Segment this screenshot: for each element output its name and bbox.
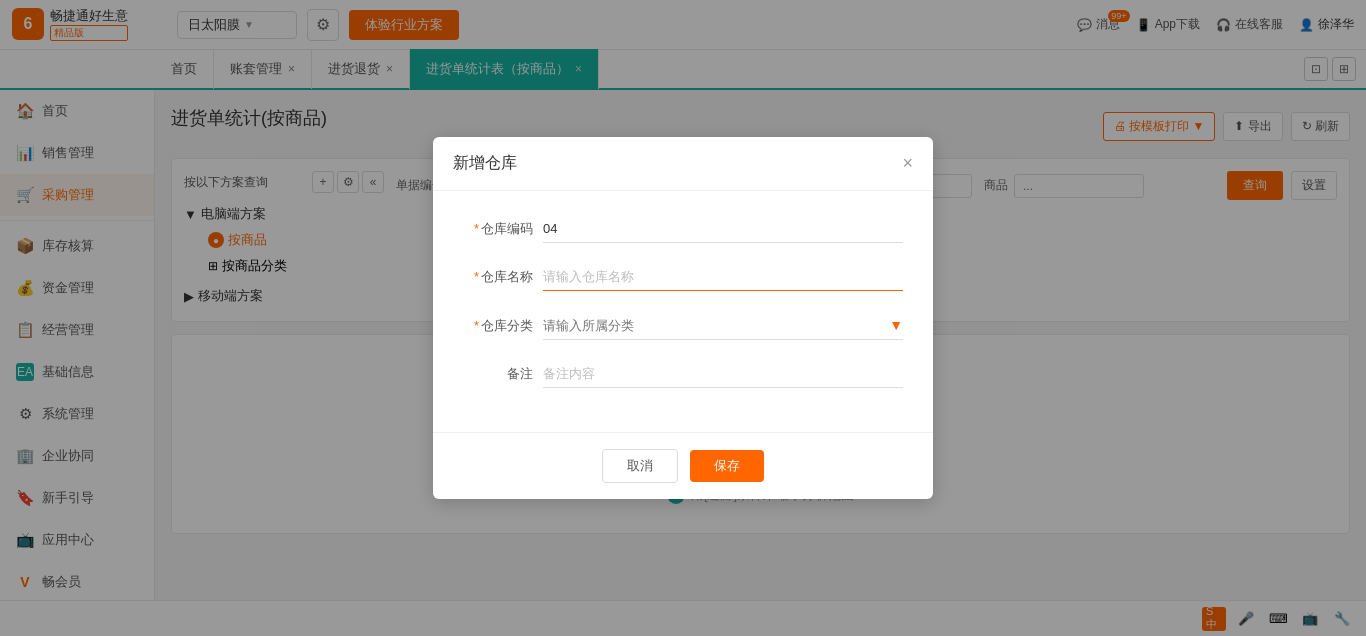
form-row-name: *仓库名称 xyxy=(463,263,903,291)
warehouse-name-label: *仓库名称 xyxy=(463,268,543,286)
warehouse-code-input[interactable] xyxy=(543,215,903,243)
category-dropdown-arrow-icon: ▼ xyxy=(889,317,903,333)
form-row-remark: 备注 xyxy=(463,360,903,388)
dialog-header: 新增仓库 × xyxy=(433,137,933,191)
warehouse-category-input[interactable] xyxy=(543,318,889,333)
remark-label: 备注 xyxy=(463,365,543,383)
remark-input[interactable] xyxy=(543,360,903,388)
warehouse-category-label: *仓库分类 xyxy=(463,317,543,335)
form-row-code: *仓库编码 xyxy=(463,215,903,243)
modal-overlay[interactable]: 新增仓库 × *仓库编码 *仓库名称 *仓库分类 xyxy=(0,0,1366,636)
warehouse-code-label: *仓库编码 xyxy=(463,220,543,238)
dialog-close-button[interactable]: × xyxy=(902,153,913,174)
cancel-button[interactable]: 取消 xyxy=(602,449,678,483)
warehouse-name-input[interactable] xyxy=(543,263,903,291)
dialog-footer: 取消 保存 xyxy=(433,432,933,499)
dialog-body: *仓库编码 *仓库名称 *仓库分类 ▼ xyxy=(433,191,933,432)
warehouse-category-select[interactable]: ▼ xyxy=(543,311,903,340)
new-warehouse-dialog: 新增仓库 × *仓库编码 *仓库名称 *仓库分类 xyxy=(433,137,933,499)
dialog-title: 新增仓库 xyxy=(453,153,517,174)
form-row-category: *仓库分类 ▼ xyxy=(463,311,903,340)
save-button[interactable]: 保存 xyxy=(690,450,764,482)
